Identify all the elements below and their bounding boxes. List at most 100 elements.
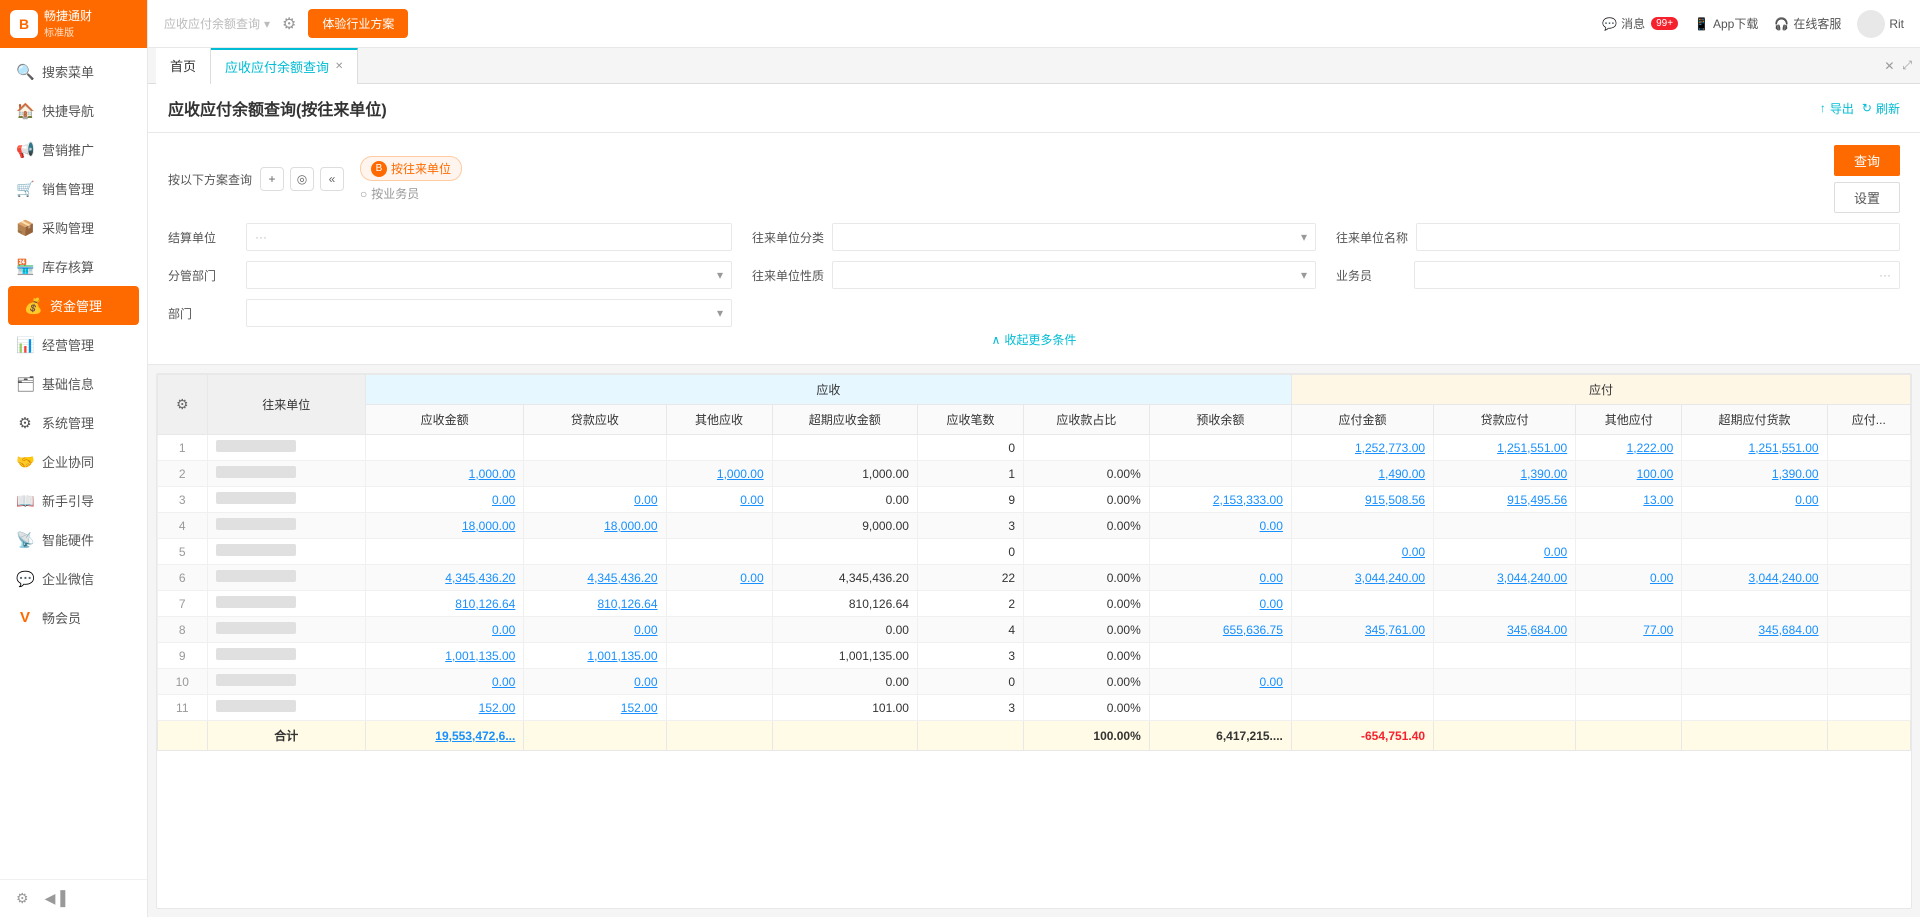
- table-cell[interactable]: 1,251,551.00: [1682, 435, 1827, 461]
- table-cell[interactable]: 1,001,135.00: [365, 643, 523, 669]
- partner-name-input[interactable]: [1416, 223, 1900, 251]
- table-cell[interactable]: 1,251,551.00: [1434, 435, 1576, 461]
- table-cell[interactable]: [1434, 669, 1576, 695]
- table-cell[interactable]: 345,684.00: [1682, 617, 1827, 643]
- table-cell[interactable]: 0.00: [365, 617, 523, 643]
- table-cell[interactable]: [666, 513, 772, 539]
- collapse-filter-button[interactable]: «: [320, 167, 344, 191]
- table-cell[interactable]: [1291, 591, 1433, 617]
- filter-tag-partner[interactable]: B 按往来单位: [360, 156, 462, 181]
- table-cell[interactable]: [1682, 591, 1827, 617]
- table-cell[interactable]: 1,390.00: [1434, 461, 1576, 487]
- table-cell[interactable]: 0.00: [365, 487, 523, 513]
- table-cell[interactable]: [1576, 695, 1682, 721]
- partner-nature-input[interactable]: ▾: [832, 261, 1316, 289]
- refresh-button[interactable]: ↻ 刷新: [1862, 100, 1900, 117]
- table-cell[interactable]: 0.00: [666, 565, 772, 591]
- table-cell[interactable]: 345,761.00: [1291, 617, 1433, 643]
- table-cell[interactable]: 2,153,333.00: [1149, 487, 1291, 513]
- table-cell[interactable]: [365, 539, 523, 565]
- table-cell[interactable]: [1682, 539, 1827, 565]
- table-cell[interactable]: 345,684.00: [1434, 617, 1576, 643]
- table-cell[interactable]: [1434, 643, 1576, 669]
- sidebar-item-sales[interactable]: 🛒 销售管理: [0, 169, 147, 208]
- sidebar-item-member[interactable]: V 畅会员: [0, 598, 147, 637]
- table-cell[interactable]: 0.00: [524, 487, 666, 513]
- table-cell[interactable]: 810,126.64: [524, 591, 666, 617]
- table-cell[interactable]: [666, 539, 772, 565]
- table-cell[interactable]: 3,044,240.00: [1291, 565, 1433, 591]
- table-cell[interactable]: 152.00: [365, 695, 523, 721]
- table-cell[interactable]: 0.00: [1149, 669, 1291, 695]
- sidebar-item-search[interactable]: 🔍 搜索菜单: [0, 52, 147, 91]
- sidebar-item-wechat[interactable]: 💬 企业微信: [0, 559, 147, 598]
- table-cell[interactable]: 100.00: [1576, 461, 1682, 487]
- table-cell[interactable]: [1149, 539, 1291, 565]
- table-cell[interactable]: [365, 435, 523, 461]
- tab-close-icon[interactable]: ✕: [335, 61, 343, 72]
- table-cell[interactable]: 0.00: [365, 669, 523, 695]
- settings-footer-icon[interactable]: ⚙: [16, 890, 29, 907]
- collapse-sidebar-icon[interactable]: ◀▐: [45, 890, 66, 907]
- query-button[interactable]: 查询: [1834, 145, 1900, 176]
- table-cell[interactable]: 152.00: [524, 695, 666, 721]
- sidebar-item-purchase[interactable]: 📦 采购管理: [0, 208, 147, 247]
- table-cell[interactable]: [1291, 695, 1433, 721]
- table-cell[interactable]: 915,508.56: [1291, 487, 1433, 513]
- table-cell[interactable]: [1149, 643, 1291, 669]
- table-cell[interactable]: 1,001,135.00: [524, 643, 666, 669]
- table-cell[interactable]: [666, 669, 772, 695]
- sidebar-item-marketing[interactable]: 📢 营销推广: [0, 130, 147, 169]
- table-cell[interactable]: 4,345,436.20: [365, 565, 523, 591]
- sidebar-item-basic[interactable]: 🗂 基础信息: [0, 364, 147, 403]
- sidebar-item-hardware[interactable]: 📡 智能硬件: [0, 520, 147, 559]
- online-service-action[interactable]: 🎧 在线客服: [1774, 15, 1841, 32]
- collapse-bar[interactable]: ∧ 收起更多条件: [168, 327, 1900, 352]
- footer-ar-amount[interactable]: 19,553,472,6...: [365, 721, 523, 751]
- table-cell[interactable]: [1682, 669, 1827, 695]
- table-cell[interactable]: 77.00: [1576, 617, 1682, 643]
- table-cell[interactable]: [524, 539, 666, 565]
- table-cell[interactable]: [1682, 643, 1827, 669]
- table-cell[interactable]: 0.00: [1149, 591, 1291, 617]
- app-download-action[interactable]: 📱 App下载: [1694, 15, 1758, 32]
- table-cell[interactable]: [1576, 669, 1682, 695]
- table-cell[interactable]: 0.00: [524, 669, 666, 695]
- table-cell[interactable]: 0.00: [1149, 513, 1291, 539]
- tab-arbalance[interactable]: 应收应付余额查询 ✕: [211, 48, 358, 84]
- table-cell[interactable]: [1291, 643, 1433, 669]
- sidebar-item-guide[interactable]: 📖 新手引导: [0, 481, 147, 520]
- table-cell[interactable]: [1149, 435, 1291, 461]
- user-avatar-action[interactable]: Rit: [1857, 10, 1904, 38]
- add-filter-button[interactable]: +: [260, 167, 284, 191]
- table-cell[interactable]: 810,126.64: [365, 591, 523, 617]
- table-cell[interactable]: 1,000.00: [666, 461, 772, 487]
- table-cell[interactable]: 1,252,773.00: [1291, 435, 1433, 461]
- table-cell[interactable]: 0.00: [1576, 565, 1682, 591]
- promo-button[interactable]: 体验行业方案: [308, 9, 408, 38]
- table-cell[interactable]: [666, 435, 772, 461]
- sidebar-item-finance[interactable]: 💰 资金管理: [8, 286, 139, 325]
- table-cell[interactable]: 1,000.00: [365, 461, 523, 487]
- sidebar-item-ops[interactable]: 📊 经营管理: [0, 325, 147, 364]
- table-cell[interactable]: 1,222.00: [1576, 435, 1682, 461]
- table-cell[interactable]: [1291, 513, 1433, 539]
- table-cell[interactable]: [524, 435, 666, 461]
- partner-category-input[interactable]: ▾: [832, 223, 1316, 251]
- table-cell[interactable]: 4,345,436.20: [524, 565, 666, 591]
- table-cell[interactable]: 3,044,240.00: [1682, 565, 1827, 591]
- table-cell[interactable]: 0.00: [1682, 487, 1827, 513]
- table-cell[interactable]: [1682, 513, 1827, 539]
- message-action[interactable]: 💬 消息 99+: [1602, 15, 1678, 32]
- table-cell[interactable]: [1576, 643, 1682, 669]
- table-cell[interactable]: 13.00: [1576, 487, 1682, 513]
- table-cell[interactable]: [666, 643, 772, 669]
- table-cell[interactable]: 1,490.00: [1291, 461, 1433, 487]
- table-cell[interactable]: [666, 695, 772, 721]
- settlement-unit-input[interactable]: ···: [246, 223, 732, 251]
- sidebar-item-quicknav[interactable]: 🏠 快捷导航: [0, 91, 147, 130]
- salesperson-input[interactable]: ···: [1414, 261, 1900, 289]
- table-cell[interactable]: 0.00: [1149, 565, 1291, 591]
- table-cell[interactable]: 0.00: [524, 617, 666, 643]
- col-header-settings[interactable]: ⚙: [158, 375, 208, 435]
